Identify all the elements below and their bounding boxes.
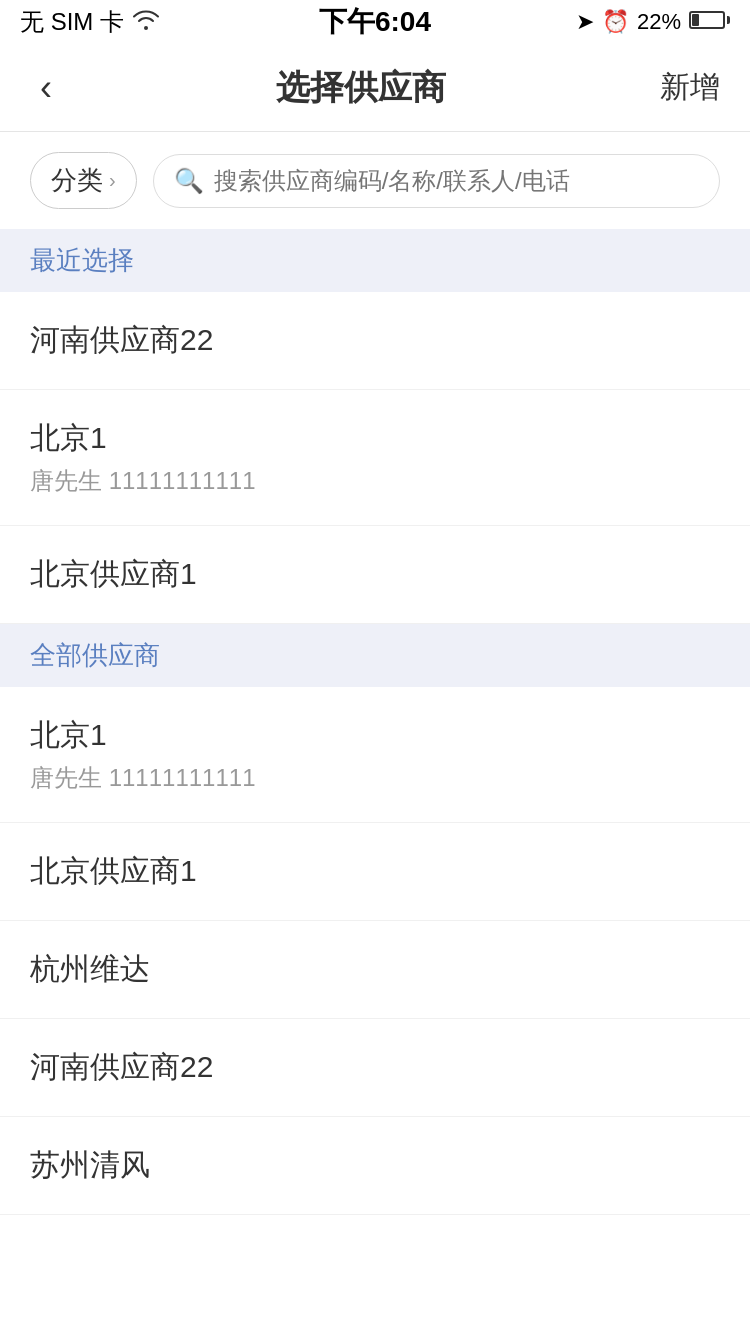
- item-name: 河南供应商22: [30, 1047, 720, 1088]
- category-label: 分类: [51, 163, 103, 198]
- status-right: ➤ ⏰ 22%: [576, 9, 730, 35]
- all-list-item[interactable]: 苏州清风: [0, 1117, 750, 1215]
- item-name: 北京1: [30, 715, 720, 756]
- recent-items-list: 河南供应商22 北京1 唐先生 11111111111 北京供应商1: [0, 292, 750, 624]
- recent-section-label: 最近选择: [30, 245, 134, 275]
- battery-text: 22%: [637, 9, 681, 35]
- search-icon: 🔍: [174, 167, 204, 195]
- nav-bar: ‹ 选择供应商 新增: [0, 44, 750, 132]
- location-icon: ➤: [576, 9, 594, 35]
- search-input[interactable]: [214, 167, 699, 195]
- status-time: 下午6:04: [319, 3, 431, 41]
- item-name: 北京供应商1: [30, 554, 720, 595]
- recent-list-item[interactable]: 北京1 唐先生 11111111111: [0, 390, 750, 526]
- page-title: 选择供应商: [276, 65, 446, 111]
- all-list-item[interactable]: 河南供应商22: [0, 1019, 750, 1117]
- status-left: 无 SIM 卡: [20, 6, 160, 38]
- carrier-text: 无 SIM 卡: [20, 6, 124, 38]
- item-name: 杭州维达: [30, 949, 720, 990]
- all-list-item[interactable]: 北京供应商1: [0, 823, 750, 921]
- recent-list-item[interactable]: 河南供应商22: [0, 292, 750, 390]
- all-items-list: 北京1 唐先生 11111111111 北京供应商1 杭州维达河南供应商22 苏州清风: [0, 687, 750, 1215]
- all-list-item[interactable]: 杭州维达: [0, 921, 750, 1019]
- item-sub: 唐先生 11111111111: [30, 762, 720, 794]
- battery-icon: [689, 9, 730, 35]
- search-box[interactable]: 🔍: [153, 154, 720, 208]
- all-section-label: 全部供应商: [30, 640, 160, 670]
- wifi-icon: [132, 8, 160, 36]
- chevron-right-icon: ›: [109, 169, 116, 192]
- item-sub: 唐先生 11111111111: [30, 465, 720, 497]
- back-button[interactable]: ‹: [30, 57, 62, 119]
- all-list-item[interactable]: 北京1 唐先生 11111111111: [0, 687, 750, 823]
- recent-list-item[interactable]: 北京供应商1: [0, 526, 750, 624]
- alarm-icon: ⏰: [602, 9, 629, 35]
- status-bar: 无 SIM 卡 下午6:04 ➤ ⏰ 22%: [0, 0, 750, 44]
- item-name: 北京供应商1: [30, 851, 720, 892]
- category-filter[interactable]: 分类 ›: [30, 152, 137, 209]
- item-name: 北京1: [30, 418, 720, 459]
- add-button[interactable]: 新增: [660, 67, 720, 108]
- item-name: 苏州清风: [30, 1145, 720, 1186]
- filter-bar: 分类 › 🔍: [0, 132, 750, 229]
- item-name: 河南供应商22: [30, 320, 720, 361]
- all-section-header: 全部供应商: [0, 624, 750, 687]
- recent-section-header: 最近选择: [0, 229, 750, 292]
